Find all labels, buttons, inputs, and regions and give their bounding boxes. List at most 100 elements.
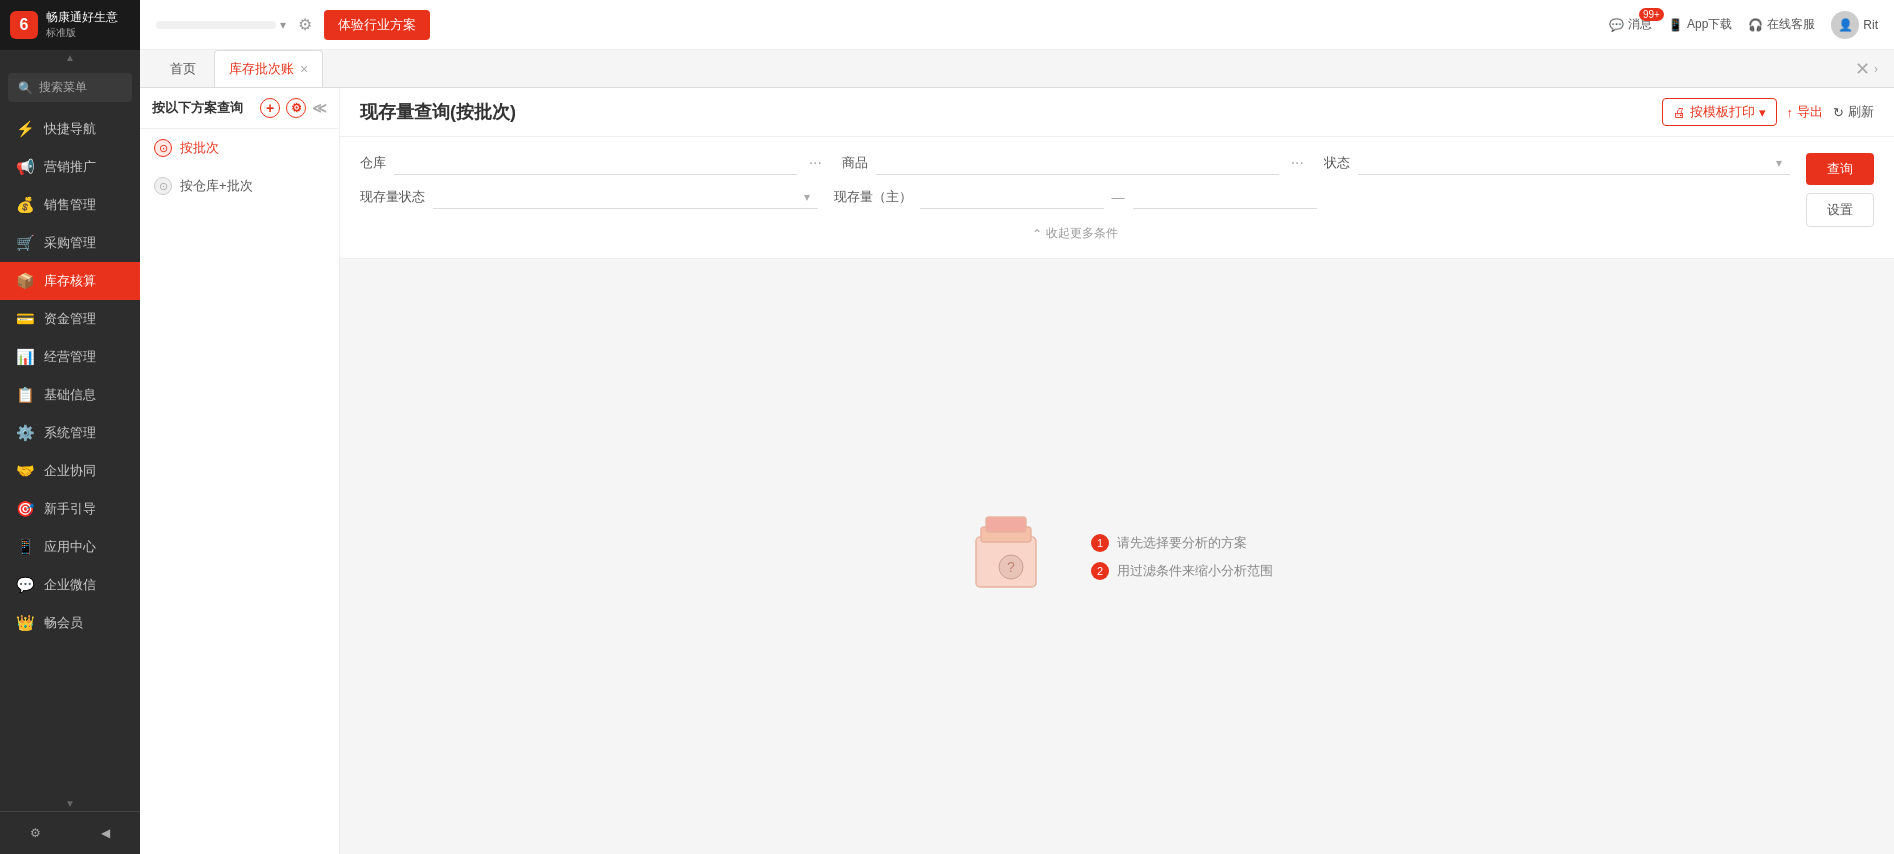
sidebar-item-management[interactable]: 📊 经营管理 (0, 338, 140, 376)
empty-tips: 1 请先选择要分析的方案 2 用过滤条件来缩小分析范围 (1091, 534, 1273, 580)
sales-icon: 💰 (16, 196, 34, 214)
sidebar-item-enterprise[interactable]: 🤝 企业协同 (0, 452, 140, 490)
filter-product: 商品 ··· (842, 151, 1308, 175)
sidebar-item-label: 采购管理 (44, 234, 96, 252)
message-btn[interactable]: 💬 消息 99+ (1609, 16, 1652, 33)
sidebar-item-member[interactable]: 👑 畅会员 (0, 604, 140, 642)
filter-item-warehouse-batch[interactable]: ⊙ 按仓库+批次 (140, 167, 339, 205)
topbar-dropdown-icon[interactable]: ▾ (280, 18, 286, 32)
product-input[interactable] (876, 151, 1279, 175)
filter-setting-btn[interactable]: ⚙ (286, 98, 306, 118)
sidebar-item-label: 经营管理 (44, 348, 96, 366)
message-badge: 99+ (1639, 8, 1664, 21)
inventory-main-to[interactable] (1133, 185, 1317, 209)
refresh-btn[interactable]: ↻ 刷新 (1833, 103, 1874, 121)
warehouse-more-icon[interactable]: ··· (805, 154, 826, 172)
collapse-icon: ◀ (101, 826, 110, 840)
filter-batch-label: 按批次 (180, 139, 219, 157)
online-service-btn[interactable]: 🎧 在线客服 (1748, 16, 1815, 33)
status-dropdown[interactable]: ▾ (1358, 152, 1790, 175)
refresh-label: 刷新 (1848, 103, 1874, 121)
query-btn[interactable]: 查询 (1806, 153, 1874, 185)
product-label: 商品 (842, 154, 868, 172)
tab-home-label: 首页 (170, 60, 196, 78)
empty-tip-2: 2 用过滤条件来缩小分析范围 (1091, 562, 1273, 580)
sidebar-search-btn[interactable]: 🔍 搜索菜单 (8, 73, 132, 102)
filter-row-2: 现存量状态 ▾ 现存量（主） — (360, 185, 1790, 209)
sidebar-item-sales[interactable]: 💰 销售管理 (0, 186, 140, 224)
sidebar-footer: ⚙ ◀ (0, 811, 140, 854)
sidebar-item-label: 企业协同 (44, 462, 96, 480)
page-header-actions: 🖨 按模板打印 ▾ ↑ 导出 ↻ 刷新 (1662, 98, 1875, 126)
filter-warehouse-batch-label: 按仓库+批次 (180, 177, 253, 195)
filter-fields: 仓库 ··· 商品 ··· 状态 (360, 151, 1790, 248)
sidebar-item-guide[interactable]: 🎯 新手引导 (0, 490, 140, 528)
sidebar-item-basic[interactable]: 📋 基础信息 (0, 376, 140, 414)
app-download-btn[interactable]: 📱 App下载 (1668, 16, 1732, 33)
sidebar-settings-btn[interactable]: ⚙ (24, 820, 47, 846)
scroll-down-btn[interactable]: ▼ (0, 796, 140, 811)
marketing-icon: 📢 (16, 158, 34, 176)
filter-row-1: 仓库 ··· 商品 ··· 状态 (360, 151, 1790, 175)
empty-tip-1: 1 请先选择要分析的方案 (1091, 534, 1273, 552)
product-more-icon[interactable]: ··· (1287, 154, 1308, 172)
export-btn[interactable]: ↑ 导出 (1787, 103, 1824, 121)
message-icon: 💬 (1609, 18, 1624, 32)
user-avatar-text: 👤 (1838, 18, 1853, 32)
filter-item-batch[interactable]: ⊙ 按批次 (140, 129, 339, 167)
user-name: Rit (1863, 18, 1878, 32)
empty-state: ? 1 请先选择要分析的方案 2 用过滤条件来缩小分析范围 (340, 259, 1894, 854)
sidebar-item-label: 畅会员 (44, 614, 83, 632)
user-menu-btn[interactable]: 👤 Rit (1831, 11, 1878, 39)
topbar-right: 💬 消息 99+ 📱 App下载 🎧 在线客服 👤 Rit (1609, 11, 1878, 39)
topbar-settings-icon[interactable]: ⚙ (298, 15, 312, 34)
sidebar-item-finance[interactable]: 💳 资金管理 (0, 300, 140, 338)
online-service-label: 在线客服 (1767, 16, 1815, 33)
wechat-icon: 💬 (16, 576, 34, 594)
tab-active-label: 库存批次账 (229, 60, 294, 78)
filter-panel: 按以下方案查询 + ⚙ ≪ ⊙ 按批次 ⊙ 按仓库+批次 (140, 88, 340, 854)
purchase-icon: 🛒 (16, 234, 34, 252)
tip-text-1: 请先选择要分析的方案 (1117, 534, 1247, 552)
service-icon: 🎧 (1748, 18, 1763, 32)
sidebar-item-system[interactable]: ⚙️ 系统管理 (0, 414, 140, 452)
tab-close-btn[interactable]: × (300, 62, 308, 76)
app-version: 标准版 (46, 26, 118, 40)
finance-icon: 💳 (16, 310, 34, 328)
enterprise-icon: 🤝 (16, 462, 34, 480)
app-name: 畅康通好生意 (46, 10, 118, 26)
scroll-up-btn[interactable]: ▲ (0, 50, 140, 65)
settings-btn[interactable]: 设置 (1806, 193, 1874, 227)
sidebar-item-purchase[interactable]: 🛒 采购管理 (0, 224, 140, 262)
status-arrow-icon: ▾ (1776, 156, 1782, 170)
industry-btn[interactable]: 体验行业方案 (324, 10, 430, 40)
tab-panel-close-btn[interactable]: ✕ (1855, 58, 1870, 80)
sidebar-item-quick-nav[interactable]: ⚡ 快捷导航 (0, 110, 140, 148)
tab-more-btn[interactable]: › (1874, 62, 1878, 76)
tab-inventory-batch[interactable]: 库存批次账 × (214, 50, 323, 87)
collapse-conditions-btn[interactable]: ⌃ 收起更多条件 (360, 219, 1790, 248)
sidebar-collapse-btn[interactable]: ◀ (95, 820, 116, 846)
sidebar-item-wechat[interactable]: 💬 企业微信 (0, 566, 140, 604)
tab-home[interactable]: 首页 (156, 50, 210, 87)
sidebar-item-inventory[interactable]: 📦 库存核算 (0, 262, 140, 300)
sidebar: 6 畅康通好生意 标准版 ▲ 🔍 搜索菜单 ⚡ 快捷导航 📢 营销推广 💰 销售… (0, 0, 140, 854)
sidebar-item-label: 快捷导航 (44, 120, 96, 138)
inventory-status-select[interactable]: ▾ (433, 186, 818, 209)
filter-warehouse: 仓库 ··· (360, 151, 826, 175)
sidebar-item-app-center[interactable]: 📱 应用中心 (0, 528, 140, 566)
sidebar-item-marketing[interactable]: 📢 营销推广 (0, 148, 140, 186)
topbar-search-box[interactable] (156, 21, 276, 29)
filter-panel-actions: + ⚙ ≪ (260, 98, 327, 118)
warehouse-input[interactable] (394, 151, 797, 175)
print-btn[interactable]: 🖨 按模板打印 ▾ (1662, 98, 1777, 126)
member-icon: 👑 (16, 614, 34, 632)
svg-text:?: ? (1007, 559, 1015, 575)
filter-status: 状态 ▾ (1324, 152, 1790, 175)
filter-collapse-icon[interactable]: ≪ (312, 100, 327, 116)
print-dropdown-icon[interactable]: ▾ (1759, 105, 1766, 120)
sidebar-header: 6 畅康通好生意 标准版 (0, 0, 140, 50)
filter-add-btn[interactable]: + (260, 98, 280, 118)
warehouse-label: 仓库 (360, 154, 386, 172)
inventory-main-from[interactable] (920, 185, 1104, 209)
